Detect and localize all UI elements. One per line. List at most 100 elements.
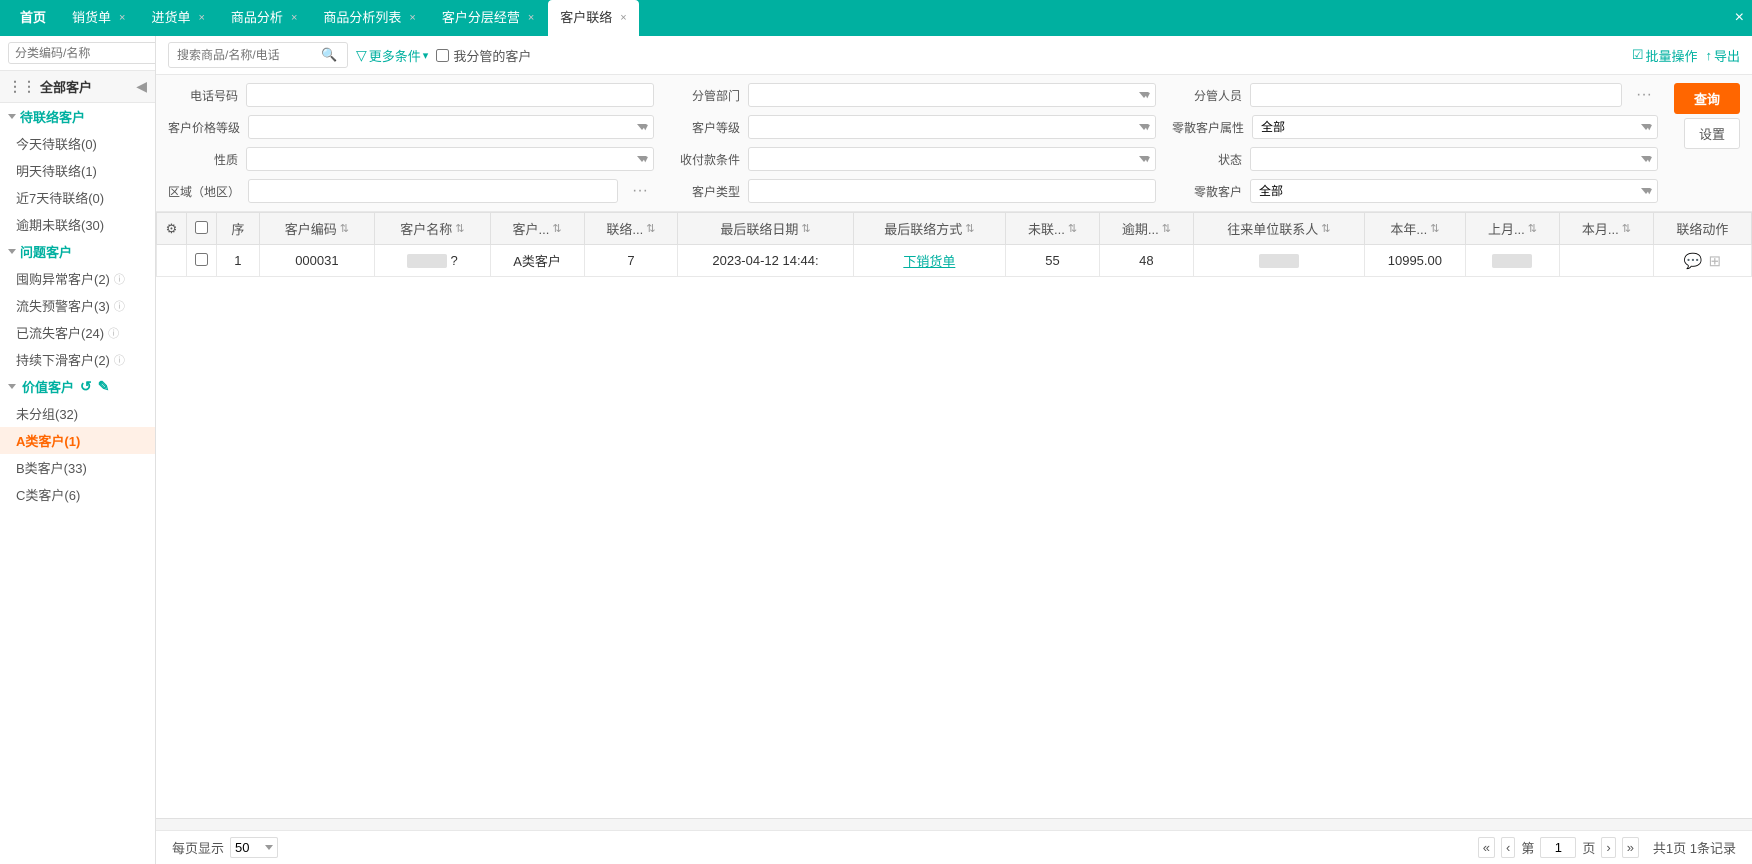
retail-attr-select[interactable]: 全部 <box>1252 115 1658 139</box>
th-last-method[interactable]: 最后联络方式⇅ <box>853 213 1005 245</box>
filter-phone: 电话号码 <box>168 83 654 107</box>
nav-sales[interactable]: 销货单 × <box>60 0 137 36</box>
sidebar-lost[interactable]: 已流失客户(24) ⓘ <box>0 319 155 346</box>
th-contact-person[interactable]: 往来单位联系人⇅ <box>1193 213 1364 245</box>
th-name[interactable]: 客户名称⇅ <box>375 213 490 245</box>
action-chat-icon[interactable]: 💬 <box>1684 252 1703 270</box>
last-method-link[interactable]: 下销货单 <box>903 254 955 269</box>
value-edit-icon[interactable]: ✎ <box>98 378 110 395</box>
filter-bar: 🔍 ▽ 更多条件 ▾ 我分管的客户 ☑ 批量操作 ↑ 导出 <box>156 36 1752 75</box>
nav-customer-layer[interactable]: 客户分层经营 × <box>430 0 546 36</box>
row-code: 000031 <box>259 245 374 277</box>
th-overdue[interactable]: 逾期...⇅ <box>1099 213 1193 245</box>
horizontal-scrollbar[interactable] <box>156 818 1752 830</box>
th-no-contact[interactable]: 未联...⇅ <box>1006 213 1100 245</box>
sidebar-search-input[interactable] <box>8 42 156 64</box>
filter-search-input[interactable] <box>177 48 317 62</box>
nav-goods-list-close[interactable]: × <box>409 0 415 36</box>
group-problem-customer[interactable]: 问题客户 <box>0 238 155 265</box>
sidebar-abnormal[interactable]: 囤购异常客户(2) ⓘ <box>0 265 155 292</box>
th-level[interactable]: 客户...⇅ <box>490 213 584 245</box>
group-pending-triangle <box>8 114 16 119</box>
customer-level-select[interactable] <box>748 115 1156 139</box>
filter-customer-level: 客户等级 <box>670 115 1156 139</box>
nav-sales-close[interactable]: × <box>119 0 125 36</box>
topnav-close-all[interactable]: × <box>1735 9 1744 27</box>
nav-purchase-close[interactable]: × <box>198 0 204 36</box>
sidebar-header: ⋮⋮ 全部客户 ◀ <box>0 71 155 103</box>
sidebar-today-contact[interactable]: 今天待联络(0) <box>0 130 155 157</box>
page-first-btn[interactable]: « <box>1478 837 1495 858</box>
manager-more-icon[interactable]: ··· <box>1630 84 1658 106</box>
sidebar-a-class[interactable]: A类客户(1) <box>0 427 155 454</box>
setting-btn[interactable]: 设置 <box>1684 118 1740 149</box>
row-select[interactable] <box>195 253 208 266</box>
batch-operation-btn[interactable]: ☑ 批量操作 <box>1632 46 1698 65</box>
sidebar-ungroup[interactable]: 未分组(32) <box>0 400 155 427</box>
th-action: 联络动作 <box>1653 213 1751 245</box>
sidebar-all-customers-title: ⋮⋮ 全部客户 <box>8 77 92 96</box>
nav-home[interactable]: 首页 <box>8 0 58 36</box>
sidebar-overdue-contact[interactable]: 逾期未联络(30) <box>0 211 155 238</box>
my-customer-checkbox-label[interactable]: 我分管的客户 <box>436 46 531 65</box>
nav-purchase[interactable]: 进货单 × <box>139 0 216 36</box>
nav-goods-analysis[interactable]: 商品分析 × <box>219 0 309 36</box>
per-page-select[interactable]: 10 20 50 100 <box>230 837 278 858</box>
filter-more-btn[interactable]: ▽ 更多条件 ▾ <box>356 46 428 65</box>
value-refresh-icon[interactable]: ↺ <box>80 378 92 395</box>
filter-search-icon[interactable]: 🔍 <box>321 47 337 63</box>
dept-select[interactable] <box>748 83 1156 107</box>
th-index: 序 <box>217 213 260 245</box>
nav-customer-contact[interactable]: 客户联络 × <box>548 0 638 36</box>
filter-action-col: 查询 设置 <box>1674 83 1740 149</box>
payment-select[interactable] <box>748 147 1156 171</box>
page-prev-btn[interactable]: ‹ <box>1501 837 1515 858</box>
nav-customer-contact-close[interactable]: × <box>620 0 626 36</box>
export-btn[interactable]: ↑ 导出 <box>1705 46 1740 65</box>
th-contact-count[interactable]: 联络...⇅ <box>584 213 678 245</box>
group-value-customer[interactable]: 价值客户 ↺ ✎ <box>0 373 155 400</box>
sidebar-loss-warning[interactable]: 流失预警客户(3) ⓘ <box>0 292 155 319</box>
topnav: 首页 销货单 × 进货单 × 商品分析 × 商品分析列表 × 客户分层经营 × … <box>0 0 1752 36</box>
status-select[interactable] <box>1250 147 1658 171</box>
sidebar-c-class[interactable]: C类客户(6) <box>0 481 155 508</box>
nature-select[interactable] <box>246 147 654 171</box>
sidebar-tomorrow-contact[interactable]: 明天待联络(1) <box>0 157 155 184</box>
row-index: 1 <box>217 245 260 277</box>
phone-input[interactable] <box>246 83 654 107</box>
sidebar-week-contact[interactable]: 近7天待联络(0) <box>0 184 155 211</box>
th-this-month[interactable]: 本月...⇅ <box>1559 213 1653 245</box>
last-month-block <box>1492 254 1532 268</box>
th-year[interactable]: 本年...⇅ <box>1364 213 1465 245</box>
nav-goods-analysis-close[interactable]: × <box>291 0 297 36</box>
page-next-btn[interactable]: › <box>1601 837 1615 858</box>
action-grid-icon[interactable]: ⊞ <box>1708 252 1721 270</box>
region-more-icon[interactable]: ··· <box>626 180 654 202</box>
retail-customer-select[interactable]: 全部 <box>1250 179 1658 203</box>
row-last-method[interactable]: 下销货单 <box>853 245 1005 277</box>
sidebar-declining[interactable]: 持续下滑客户(2) ⓘ <box>0 346 155 373</box>
sidebar: 🔍 ⋮⋮ 全部客户 ◀ 待联络客户 今天待联络(0) 明天待联络(1) 近7天待… <box>0 36 156 864</box>
table-select-all[interactable] <box>195 221 208 234</box>
customer-type-input[interactable] <box>748 179 1156 203</box>
th-checkbox <box>187 213 217 245</box>
price-level-select[interactable] <box>248 115 654 139</box>
row-no-contact: 55 <box>1006 245 1100 277</box>
th-last-month[interactable]: 上月...⇅ <box>1466 213 1560 245</box>
table-row: 1 000031 ? A类客户 7 2023-04-12 14:44: 下销货单… <box>157 245 1752 277</box>
manager-input[interactable] <box>1250 83 1622 107</box>
th-last-date[interactable]: 最后联络日期⇅ <box>678 213 853 245</box>
sidebar-b-class[interactable]: B类客户(33) <box>0 454 155 481</box>
th-code[interactable]: 客户编码⇅ <box>259 213 374 245</box>
nav-goods-list[interactable]: 商品分析列表 × <box>311 0 427 36</box>
loss-warning-info-icon: ⓘ <box>114 298 125 314</box>
query-btn[interactable]: 查询 <box>1674 83 1740 114</box>
page-last-btn[interactable]: » <box>1622 837 1639 858</box>
th-gear[interactable]: ⚙ <box>157 213 187 245</box>
nav-customer-layer-close[interactable]: × <box>528 0 534 36</box>
region-input[interactable] <box>248 179 618 203</box>
group-pending-contact[interactable]: 待联络客户 <box>0 103 155 130</box>
my-customer-checkbox[interactable] <box>436 49 449 62</box>
page-number-input[interactable] <box>1540 837 1576 858</box>
sidebar-collapse-btn[interactable]: ◀ <box>136 78 147 95</box>
